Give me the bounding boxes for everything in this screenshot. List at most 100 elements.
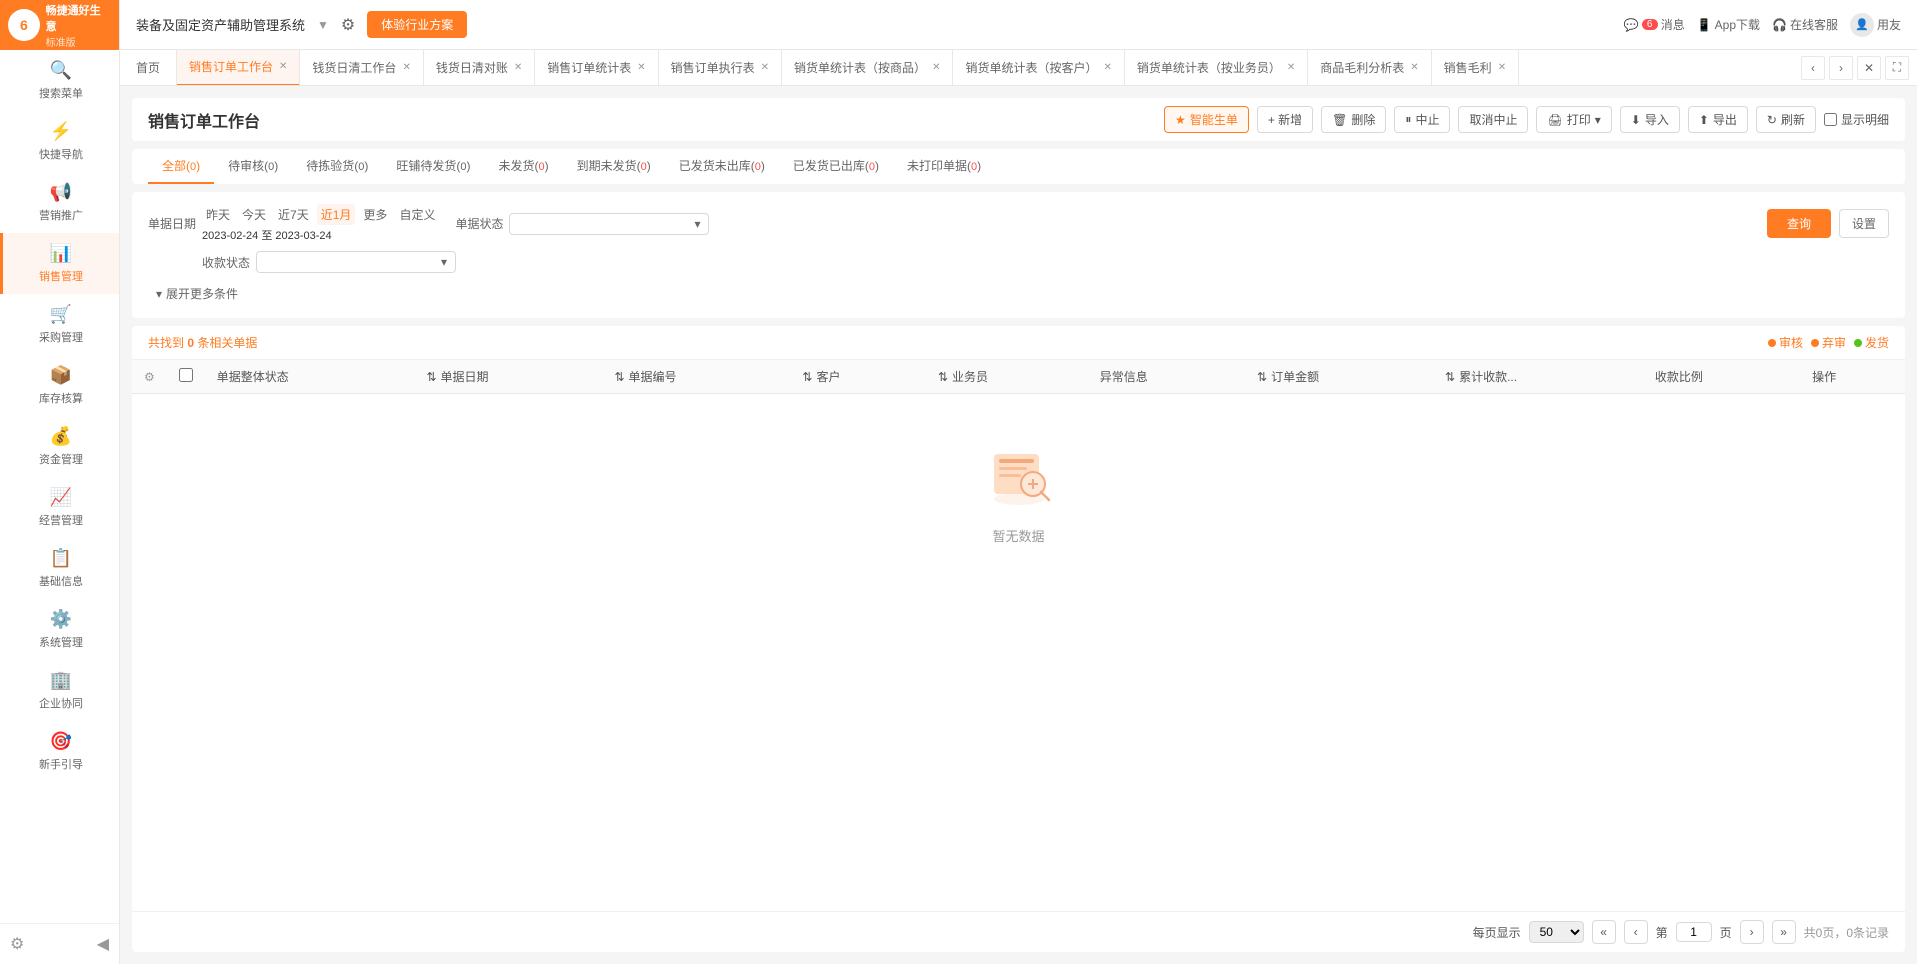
- export-button[interactable]: ⬆ 导出: [1688, 106, 1748, 133]
- select-all-checkbox[interactable]: [179, 368, 193, 382]
- filter-tab-shipped_out[interactable]: 已发货已出库(0): [779, 149, 893, 184]
- import-button[interactable]: ⬇ 导入: [1620, 106, 1680, 133]
- suspend-button[interactable]: ⏸ 中止: [1394, 106, 1450, 133]
- sidebar-item-quick[interactable]: ⚡快捷导航: [0, 111, 119, 172]
- user-icon: 👤: [1850, 13, 1874, 37]
- tab-scroll-left[interactable]: ‹: [1801, 56, 1825, 80]
- filter-tab-pending_inspection[interactable]: 待拣验货(0): [292, 149, 382, 184]
- date-link-yesterday[interactable]: 昨天: [202, 204, 234, 225]
- nav-icon-enterprise: 🏢: [50, 670, 72, 691]
- status-select[interactable]: ▾: [509, 213, 709, 235]
- expand-button[interactable]: ▾ 展开更多条件: [148, 281, 1889, 306]
- filter-tab-overdue_not_shipped[interactable]: 到期未发货(0): [563, 149, 665, 184]
- tab-close-sales_summary_cust[interactable]: ✕: [1103, 62, 1111, 73]
- sidebar-item-search[interactable]: 🔍搜索菜单: [0, 50, 119, 111]
- review-action-btn[interactable]: 审核: [1768, 334, 1803, 351]
- filter-tab-wangpu_pending[interactable]: 旺铺待发货(0): [382, 149, 484, 184]
- content-area: 销售订单工作台 ★ 智能生单 + 新增 🗑 删除 ⏸ 中止 取消中止 🖨: [120, 86, 1917, 964]
- settings-icon[interactable]: ⚙: [341, 15, 355, 35]
- online-service[interactable]: 🎧 在线客服: [1772, 16, 1838, 33]
- filter-tab-all[interactable]: 全部(0): [148, 149, 214, 184]
- tab-expand[interactable]: ⛶: [1885, 56, 1909, 80]
- page-actions: ★ 智能生单 + 新增 🗑 删除 ⏸ 中止 取消中止 🖨 打印 ▾: [1164, 106, 1889, 133]
- page-input[interactable]: [1676, 922, 1712, 942]
- sidebar-item-system[interactable]: ⚙️系统管理: [0, 599, 119, 660]
- nav-label-finance: 资金管理: [39, 451, 83, 467]
- tab-close-sales_summary_prod[interactable]: ✕: [932, 62, 940, 73]
- show-detail-checkbox[interactable]: [1824, 113, 1837, 126]
- demo-button[interactable]: 体验行业方案: [367, 11, 467, 38]
- tab-close-sales_summary_emp[interactable]: ✕: [1287, 62, 1295, 73]
- th-exception: 异常信息: [1088, 360, 1245, 394]
- user-area[interactable]: 👤 用友: [1850, 13, 1901, 37]
- tab-margin[interactable]: 商品毛利分析表✕: [1308, 50, 1431, 86]
- tab-sales_summary_cust[interactable]: 销货单统计表（按客户）✕: [953, 50, 1124, 86]
- tab-cash_reconcile[interactable]: 钱货日清对账✕: [424, 50, 535, 86]
- tab-close-sales_stat[interactable]: ✕: [637, 62, 645, 73]
- date-link-last1m[interactable]: 近1月: [317, 204, 356, 225]
- message-label: 消息: [1661, 16, 1685, 33]
- sidebar-item-enterprise[interactable]: 🏢企业协同: [0, 660, 119, 721]
- column-settings-icon[interactable]: ⚙: [144, 370, 155, 384]
- sidebar-item-basic[interactable]: 📋基础信息: [0, 538, 119, 599]
- settings-button[interactable]: 设置: [1839, 209, 1889, 238]
- settings-footer-icon[interactable]: ⚙: [10, 934, 24, 954]
- tab-sales_profit[interactable]: 销售毛利✕: [1432, 50, 1519, 86]
- tab-close-sales_profit[interactable]: ✕: [1498, 62, 1506, 73]
- sidebar-item-inventory[interactable]: 📦库存核算: [0, 355, 119, 416]
- tab-sales_summary_emp[interactable]: 销货单统计表（按业务员）✕: [1125, 50, 1308, 86]
- query-button[interactable]: 查询: [1767, 209, 1831, 238]
- date-link-more[interactable]: 更多: [359, 204, 391, 225]
- tab-sales_order[interactable]: 销售订单工作台✕: [177, 50, 300, 86]
- ship-action-btn[interactable]: 发货: [1854, 334, 1889, 351]
- sidebar-item-operation[interactable]: 📈经营管理: [0, 477, 119, 538]
- prev-page-btn[interactable]: ‹: [1624, 920, 1648, 944]
- tab-close-sales_order[interactable]: ✕: [279, 61, 287, 72]
- filter-tab-shipped_not_out[interactable]: 已发货未出库(0): [665, 149, 779, 184]
- cancel-review-action-btn[interactable]: 弃审: [1811, 334, 1846, 351]
- date-filter-label: 单据日期: [148, 215, 196, 232]
- show-detail-checkbox-group[interactable]: 显示明细: [1824, 111, 1889, 128]
- add-button[interactable]: + 新增: [1257, 106, 1313, 133]
- tab-cash_daily[interactable]: 钱货日清工作台✕: [300, 50, 423, 86]
- message-icon-group[interactable]: 💬 6 消息: [1624, 16, 1685, 33]
- filter-tab-not_shipped[interactable]: 未发货(0): [485, 149, 563, 184]
- tab-home[interactable]: 首页: [120, 50, 177, 86]
- sidebar-item-marketing[interactable]: 📢营销推广: [0, 172, 119, 233]
- next-page-btn[interactable]: ›: [1740, 920, 1764, 944]
- last-page-btn[interactable]: »: [1772, 920, 1796, 944]
- first-page-btn[interactable]: «: [1592, 920, 1616, 944]
- date-link-custom[interactable]: 自定义: [395, 204, 439, 225]
- delete-button[interactable]: 🗑 删除: [1321, 106, 1386, 133]
- tab-scroll-right[interactable]: ›: [1829, 56, 1853, 80]
- tab-close-cash_daily[interactable]: ✕: [402, 62, 410, 73]
- tab-close-sales_exec[interactable]: ✕: [761, 62, 769, 73]
- page-size-select[interactable]: 10 20 50 100: [1529, 921, 1584, 943]
- smart-create-button[interactable]: ★ 智能生单: [1164, 106, 1249, 133]
- tab-close-cash_reconcile[interactable]: ✕: [514, 62, 522, 73]
- filter-row-2: 单据日期 收款状态 ▾: [148, 251, 1889, 273]
- app-download[interactable]: 📱 App下载: [1697, 16, 1760, 33]
- collapse-icon[interactable]: ◀: [97, 934, 109, 954]
- tab-bar: 首页销售订单工作台✕钱货日清工作台✕钱货日清对账✕销售订单统计表✕销售订单执行表…: [120, 50, 1917, 86]
- cancel-suspend-button[interactable]: 取消中止: [1458, 106, 1528, 133]
- sidebar-item-purchase[interactable]: 🛒采购管理: [0, 294, 119, 355]
- tab-sales_stat[interactable]: 销售订单统计表✕: [535, 50, 658, 86]
- payment-select[interactable]: ▾: [256, 251, 456, 273]
- date-link-today[interactable]: 今天: [238, 204, 270, 225]
- tab-sales_exec[interactable]: 销售订单执行表✕: [659, 50, 782, 86]
- dropdown-icon[interactable]: ▼: [317, 18, 329, 32]
- sidebar-item-finance[interactable]: 💰资金管理: [0, 416, 119, 477]
- filter-tab-pending_review[interactable]: 待审核(0): [214, 149, 292, 184]
- refresh-button[interactable]: ↻ 刷新: [1756, 106, 1816, 133]
- print-button[interactable]: 🖨 打印 ▾: [1536, 106, 1611, 133]
- tab-close-all[interactable]: ✕: [1857, 56, 1881, 80]
- star-icon: ★: [1175, 113, 1186, 127]
- service-icon: 🎧: [1772, 18, 1787, 32]
- tab-close-margin[interactable]: ✕: [1410, 62, 1418, 73]
- date-link-last7[interactable]: 近7天: [274, 204, 313, 225]
- tab-sales_summary_prod[interactable]: 销货单统计表（按商品）✕: [782, 50, 953, 86]
- filter-tab-unprinted[interactable]: 未打印单据(0): [893, 149, 995, 184]
- sidebar-item-guide[interactable]: 🎯新手引导: [0, 721, 119, 782]
- sidebar-item-sales[interactable]: 📊销售管理: [0, 233, 119, 294]
